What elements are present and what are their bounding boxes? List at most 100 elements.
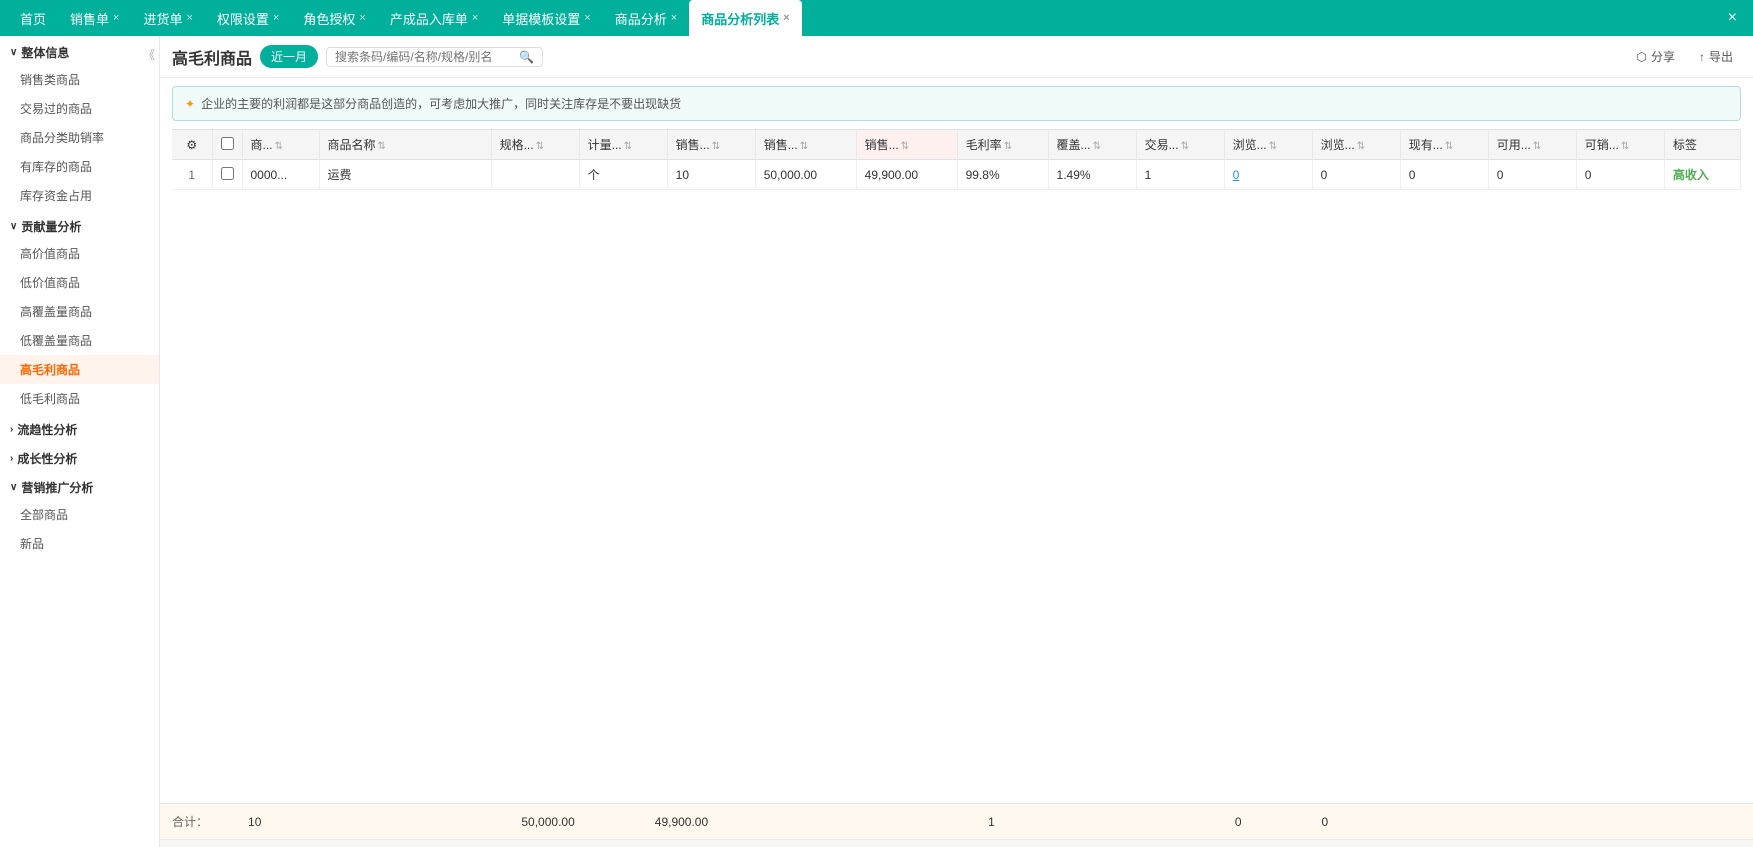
sidebar-item-new-goods[interactable]: 新品 <box>0 529 159 558</box>
th-browse1[interactable]: 浏览...⇅ <box>1224 130 1312 160</box>
nav-home[interactable]: 首页 <box>8 0 58 36</box>
th-sale-profit[interactable]: 销售...⇅ <box>856 130 957 160</box>
sidebar-group-overall-title[interactable]: ∨ 整体信息 <box>0 36 159 65</box>
sidebar-item-low-coverage[interactable]: 低覆盖量商品 <box>0 326 159 355</box>
arrow-icon-3: › <box>10 424 13 435</box>
arrow-icon: ∨ <box>10 47 17 58</box>
sidebar-item-category-rate[interactable]: 商品分类助销率 <box>0 123 159 152</box>
td-name: 运费 <box>319 160 491 190</box>
th-saleable-stock[interactable]: 可销...⇅ <box>1576 130 1664 160</box>
nav-close-product-in[interactable]: × <box>472 12 478 24</box>
table-header-row: ⚙ 商...⇅ 商品名称⇅ 规格...⇅ 计量...⇅ 销售...⇅ 销售...… <box>172 130 1741 160</box>
th-check[interactable] <box>212 130 242 160</box>
footer-label: 合计： <box>172 813 208 830</box>
td-gross-margin: 99.8% <box>957 160 1048 190</box>
th-settings[interactable]: ⚙ <box>172 130 212 160</box>
content-header: 高毛利商品 近一月 🔍 ⬡ 分享 ↑ 导出 <box>160 36 1753 78</box>
sidebar-group-trend: › 流趋性分析 <box>0 413 159 442</box>
sidebar-item-sales-goods[interactable]: 销售类商品 <box>0 65 159 94</box>
sidebar-group-growth-title[interactable]: › 成长性分析 <box>0 442 159 471</box>
nav-product-analysis[interactable]: 商品分析 × <box>603 0 689 36</box>
sidebar-group-marketing: ∨ 营销推广分析 全部商品 新品 <box>0 471 159 558</box>
nav-close-permission[interactable]: × <box>273 12 279 24</box>
footer-saleable: 0 <box>1322 815 1329 829</box>
td-sale-profit: 49,900.00 <box>856 160 957 190</box>
nav-product-in[interactable]: 产成品入库单 × <box>378 0 490 36</box>
td-available-stock: 0 <box>1488 160 1576 190</box>
sidebar: 《 ∨ 整体信息 销售类商品 交易过的商品 商品分类助销率 有库存的商品 库存资… <box>0 36 160 847</box>
data-table: ⚙ 商...⇅ 商品名称⇅ 规格...⇅ 计量...⇅ 销售...⇅ 销售...… <box>172 129 1741 190</box>
sidebar-item-traded-goods[interactable]: 交易过的商品 <box>0 94 159 123</box>
sidebar-group-contribution-title[interactable]: ∨ 贡献量分析 <box>0 210 159 239</box>
th-current-stock[interactable]: 现有...⇅ <box>1400 130 1488 160</box>
sidebar-item-high-margin[interactable]: 高毛利商品 <box>0 355 159 384</box>
footer-browse1: 0 <box>1235 815 1242 829</box>
info-banner: ✦ 企业的主要的利润都是这部分商品创造的，可考虑加大推广，同时关注库存是不要出现… <box>172 86 1741 121</box>
search-icon[interactable]: 🔍 <box>519 50 534 64</box>
sidebar-item-stock-capital[interactable]: 库存资金占用 <box>0 181 159 210</box>
th-tag: 标签 <box>1664 130 1740 160</box>
select-all-checkbox[interactable] <box>221 137 234 150</box>
th-name[interactable]: 商品名称⇅ <box>319 130 491 160</box>
nav-close-sales[interactable]: × <box>113 12 119 24</box>
sidebar-item-low-value[interactable]: 低价值商品 <box>0 268 159 297</box>
search-box[interactable]: 🔍 <box>326 47 543 67</box>
footer-sale-amount: 50,000.00 <box>521 815 574 829</box>
footer-transaction: 1 <box>988 815 995 829</box>
nav-close-role[interactable]: × <box>359 12 365 24</box>
nav-template[interactable]: 单据模板设置 × <box>490 0 602 36</box>
th-sale-qty[interactable]: 销售...⇅ <box>667 130 755 160</box>
nav-close-purchase[interactable]: × <box>186 12 192 24</box>
export-button[interactable]: ↑ 导出 <box>1691 44 1741 69</box>
nav-role[interactable]: 角色授权 × <box>291 0 377 36</box>
share-icon: ⬡ <box>1636 50 1646 64</box>
time-filter-button[interactable]: 近一月 <box>260 45 318 68</box>
search-input[interactable] <box>335 50 515 64</box>
td-browse2: 0 <box>1312 160 1400 190</box>
sidebar-item-low-margin[interactable]: 低毛利商品 <box>0 384 159 413</box>
nav-close-product-analysis[interactable]: × <box>671 12 677 24</box>
window-close-button[interactable]: × <box>1720 9 1745 27</box>
nav-permission[interactable]: 权限设置 × <box>205 0 291 36</box>
td-unit: 个 <box>579 160 667 190</box>
th-gross-margin[interactable]: 毛利率⇅ <box>957 130 1048 160</box>
th-available-stock[interactable]: 可用...⇅ <box>1488 130 1576 160</box>
table-wrapper[interactable]: ⚙ 商...⇅ 商品名称⇅ 规格...⇅ 计量...⇅ 销售...⇅ 销售...… <box>172 129 1741 803</box>
td-saleable-stock: 0 <box>1576 160 1664 190</box>
nav-purchase[interactable]: 进货单 × <box>131 0 204 36</box>
th-transaction[interactable]: 交易...⇅ <box>1136 130 1224 160</box>
nav-close-list[interactable]: × <box>783 12 789 24</box>
td-transaction: 1 <box>1136 160 1224 190</box>
th-unit[interactable]: 计量...⇅ <box>579 130 667 160</box>
footer-sale-profit: 49,900.00 <box>655 815 708 829</box>
footer-summary: 合计： 10 50,000.00 49,900.00 1 0 0 <box>160 803 1753 839</box>
share-button[interactable]: ⬡ 分享 <box>1628 44 1683 69</box>
td-current-stock: 0 <box>1400 160 1488 190</box>
th-sale-amount[interactable]: 销售...⇅ <box>755 130 856 160</box>
sidebar-group-trend-title[interactable]: › 流趋性分析 <box>0 413 159 442</box>
nav-product-analysis-list[interactable]: 商品分析列表 × <box>689 0 801 36</box>
th-browse2[interactable]: 浏览...⇅ <box>1312 130 1400 160</box>
th-spec[interactable]: 规格...⇅ <box>491 130 579 160</box>
content-area: 高毛利商品 近一月 🔍 ⬡ 分享 ↑ 导出 ✦ 企业的主要的利润都是这部分商品创… <box>160 36 1753 847</box>
td-check[interactable] <box>212 160 242 190</box>
nav-close-template[interactable]: × <box>584 12 590 24</box>
nav-sales[interactable]: 销售单 × <box>58 0 131 36</box>
sidebar-item-in-stock[interactable]: 有库存的商品 <box>0 152 159 181</box>
sidebar-item-high-coverage[interactable]: 高覆盖量商品 <box>0 297 159 326</box>
sidebar-group-marketing-title[interactable]: ∨ 营销推广分析 <box>0 471 159 500</box>
td-browse1[interactable]: 0 <box>1224 160 1312 190</box>
main-layout: 《 ∨ 整体信息 销售类商品 交易过的商品 商品分类助销率 有库存的商品 库存资… <box>0 36 1753 847</box>
th-code[interactable]: 商...⇅ <box>242 130 319 160</box>
td-spec <box>491 160 579 190</box>
td-sale-qty: 10 <box>667 160 755 190</box>
row-checkbox[interactable] <box>221 167 234 180</box>
th-coverage[interactable]: 覆盖...⇅ <box>1048 130 1136 160</box>
page-title: 高毛利商品 <box>172 45 252 69</box>
top-navigation: 首页 销售单 × 进货单 × 权限设置 × 角色授权 × 产成品入库单 × 单据… <box>0 0 1753 36</box>
sidebar-item-all-goods[interactable]: 全部商品 <box>0 500 159 529</box>
sidebar-item-high-value[interactable]: 高价值商品 <box>0 239 159 268</box>
sidebar-collapse-button[interactable]: 《 <box>139 44 159 64</box>
horizontal-scrollbar[interactable] <box>160 839 1753 847</box>
arrow-icon-4: › <box>10 453 13 464</box>
